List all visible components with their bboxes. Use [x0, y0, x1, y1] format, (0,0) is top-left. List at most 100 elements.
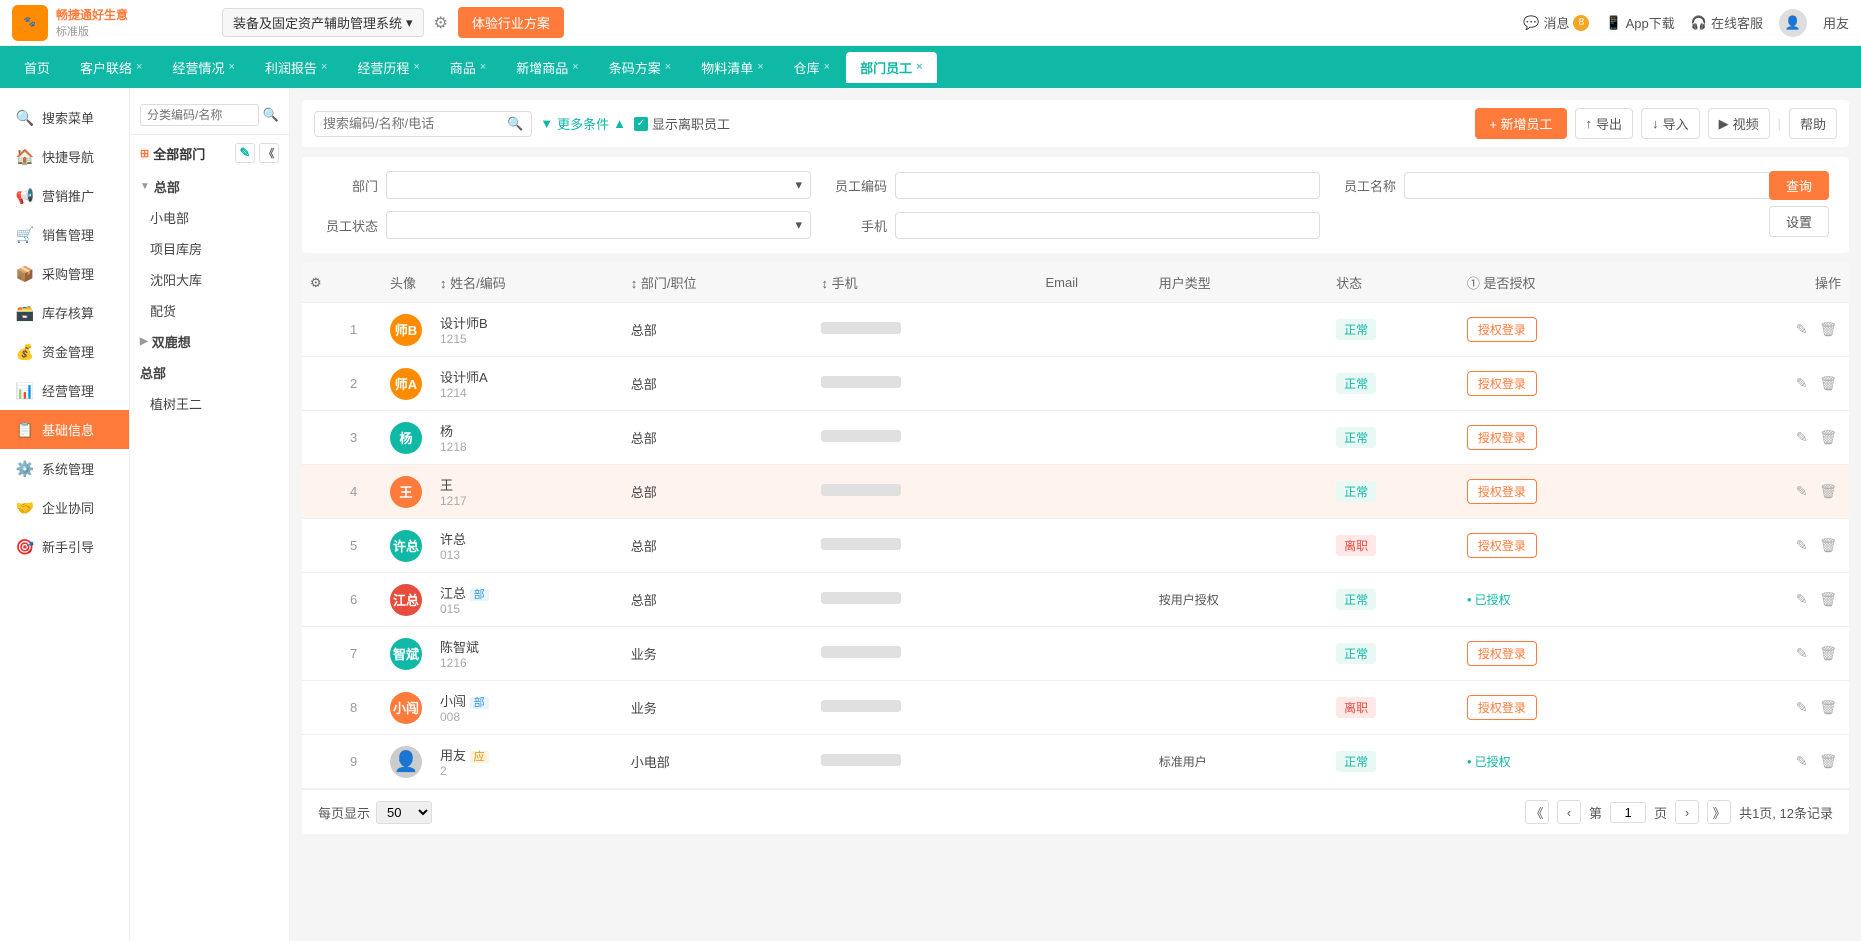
- close-bom-icon[interactable]: ×: [757, 61, 763, 73]
- system-title[interactable]: 装备及固定资产辅助管理系统 ▾: [222, 8, 424, 37]
- dept-project-warehouse[interactable]: 项目库房: [130, 233, 289, 264]
- dept-double-deer[interactable]: ▶ 双鹿想: [130, 326, 289, 357]
- sidebar-item-enterprise[interactable]: 🤝 企业协同: [0, 488, 129, 527]
- first-page-btn[interactable]: 《: [1525, 800, 1549, 824]
- dept-small-electric[interactable]: 小电部: [130, 202, 289, 233]
- dept-all-label[interactable]: 全部部门: [153, 144, 205, 163]
- last-page-btn[interactable]: 》: [1707, 800, 1731, 824]
- delete-btn[interactable]: 🗑: [1815, 751, 1841, 772]
- dept-search-icon[interactable]: 🔍: [263, 107, 279, 123]
- tab-history[interactable]: 经营历程×: [343, 52, 433, 83]
- tab-profit[interactable]: 利润报告×: [251, 52, 341, 83]
- edit-btn[interactable]: ✎: [1792, 373, 1812, 394]
- close-add-goods-icon[interactable]: ×: [572, 61, 578, 73]
- sidebar-item-purchase[interactable]: 📦 采购管理: [0, 254, 129, 293]
- more-filters-btn[interactable]: ▼ 更多条件 ▲: [540, 114, 626, 133]
- page-size-select[interactable]: 50 100: [376, 801, 432, 824]
- user-avatar[interactable]: 👤: [1779, 9, 1807, 37]
- tab-warehouse[interactable]: 仓库×: [780, 52, 844, 83]
- tab-bom[interactable]: 物料清单×: [687, 52, 777, 83]
- import-button[interactable]: ↓ 导入: [1641, 108, 1700, 139]
- close-customer-icon[interactable]: ×: [136, 61, 142, 73]
- show-resigned-toggle[interactable]: ✓ 显示离职员工: [634, 114, 730, 133]
- tab-goods[interactable]: 商品×: [436, 52, 500, 83]
- dept-search-input[interactable]: [140, 104, 259, 126]
- filter-phone-input[interactable]: [895, 212, 1320, 239]
- sidebar-item-basic-info[interactable]: 📋 基础信息: [0, 410, 129, 449]
- delete-btn[interactable]: 🗑: [1815, 697, 1841, 718]
- sidebar-item-marketing[interactable]: 📢 营销推广: [0, 176, 129, 215]
- dept-hq2[interactable]: 总部: [130, 357, 289, 388]
- add-employee-button[interactable]: + 新增员工: [1475, 108, 1566, 139]
- auth-login-btn[interactable]: 授权登录: [1467, 371, 1537, 396]
- page-number-input[interactable]: [1610, 802, 1646, 823]
- delete-btn[interactable]: 🗑: [1815, 427, 1841, 448]
- delete-btn[interactable]: 🗑: [1815, 643, 1841, 664]
- set-button[interactable]: 设置: [1769, 206, 1829, 237]
- tab-department[interactable]: 部门员工×: [846, 52, 936, 83]
- col-phone[interactable]: ↕ 手机: [813, 263, 1037, 303]
- settings-col-icon[interactable]: ⚙: [310, 275, 322, 290]
- edit-btn[interactable]: ✎: [1792, 319, 1812, 340]
- tab-customer[interactable]: 客户联络×: [66, 52, 156, 83]
- filter-dept-select[interactable]: ▾: [386, 171, 811, 199]
- tab-operations[interactable]: 经营情况×: [158, 52, 248, 83]
- sidebar-item-quick-nav[interactable]: 🏠 快捷导航: [0, 137, 129, 176]
- help-button[interactable]: 帮助: [1789, 108, 1837, 139]
- col-dept[interactable]: ↕ 部门/职位: [623, 263, 814, 303]
- video-button[interactable]: ▶ 视频: [1708, 108, 1770, 139]
- message-btn[interactable]: 💬 消息 8: [1523, 13, 1589, 32]
- sidebar-item-system[interactable]: ⚙️ 系统管理: [0, 449, 129, 488]
- close-department-icon[interactable]: ×: [916, 61, 922, 73]
- auth-login-btn[interactable]: 授权登录: [1467, 425, 1537, 450]
- tab-barcode[interactable]: 条码方案×: [595, 52, 685, 83]
- dept-distribution[interactable]: 配货: [130, 295, 289, 326]
- dept-collapse-icon[interactable]: 《: [259, 143, 279, 163]
- trial-button[interactable]: 体验行业方案: [458, 7, 564, 38]
- edit-btn[interactable]: ✎: [1792, 751, 1812, 772]
- sidebar-item-search[interactable]: 🔍 搜索菜单: [0, 98, 129, 137]
- user-name[interactable]: 用友: [1823, 13, 1849, 32]
- edit-btn[interactable]: ✎: [1792, 697, 1812, 718]
- edit-btn[interactable]: ✎: [1792, 589, 1812, 610]
- close-goods-icon[interactable]: ×: [480, 61, 486, 73]
- auth-login-btn[interactable]: 授权登录: [1467, 641, 1537, 666]
- dept-edit-icon[interactable]: ✎: [235, 143, 255, 163]
- delete-btn[interactable]: 🗑: [1815, 481, 1841, 502]
- export-button[interactable]: ↑ 导出: [1575, 108, 1634, 139]
- query-button[interactable]: 查询: [1769, 171, 1829, 200]
- prev-page-btn[interactable]: ‹: [1557, 800, 1581, 824]
- auth-login-btn[interactable]: 授权登录: [1467, 695, 1537, 720]
- sidebar-item-inventory[interactable]: 🗃️ 库存核算: [0, 293, 129, 332]
- delete-btn[interactable]: 🗑: [1815, 319, 1841, 340]
- delete-btn[interactable]: 🗑: [1815, 535, 1841, 556]
- filter-emp-status-select[interactable]: ▾: [386, 211, 811, 239]
- sidebar-item-operations[interactable]: 📊 经营管理: [0, 371, 129, 410]
- auth-login-btn[interactable]: 授权登录: [1467, 479, 1537, 504]
- settings-icon[interactable]: ⚙: [434, 13, 448, 33]
- close-barcode-icon[interactable]: ×: [665, 61, 671, 73]
- online-service-btn[interactable]: 🎧 在线客服: [1691, 13, 1763, 32]
- close-profit-icon[interactable]: ×: [321, 61, 327, 73]
- next-page-btn[interactable]: ›: [1675, 800, 1699, 824]
- sidebar-item-finance[interactable]: 💰 资金管理: [0, 332, 129, 371]
- dept-shenyang[interactable]: 沈阳大库: [130, 264, 289, 295]
- sidebar-item-guide[interactable]: 🎯 新手引导: [0, 527, 129, 566]
- delete-btn[interactable]: 🗑: [1815, 589, 1841, 610]
- filter-emp-code-input[interactable]: [895, 172, 1320, 199]
- dept-general-hq[interactable]: ▼ 总部: [130, 171, 289, 202]
- search-icon[interactable]: 🔍: [507, 116, 523, 132]
- sidebar-item-sales[interactable]: 🛒 销售管理: [0, 215, 129, 254]
- close-history-icon[interactable]: ×: [413, 61, 419, 73]
- auth-login-btn[interactable]: 授权登录: [1467, 317, 1537, 342]
- app-download-btn[interactable]: 📱 App下载: [1605, 13, 1674, 32]
- tab-add-goods[interactable]: 新增商品×: [502, 52, 592, 83]
- tab-home[interactable]: 首页: [10, 52, 64, 83]
- close-warehouse-icon[interactable]: ×: [824, 61, 830, 73]
- delete-btn[interactable]: 🗑: [1815, 373, 1841, 394]
- edit-btn[interactable]: ✎: [1792, 427, 1812, 448]
- col-name[interactable]: ↕ 姓名/编码: [432, 263, 623, 303]
- dept-plant-tree[interactable]: 植树王二: [130, 388, 289, 419]
- filter-emp-name-input[interactable]: [1404, 172, 1829, 199]
- edit-btn[interactable]: ✎: [1792, 643, 1812, 664]
